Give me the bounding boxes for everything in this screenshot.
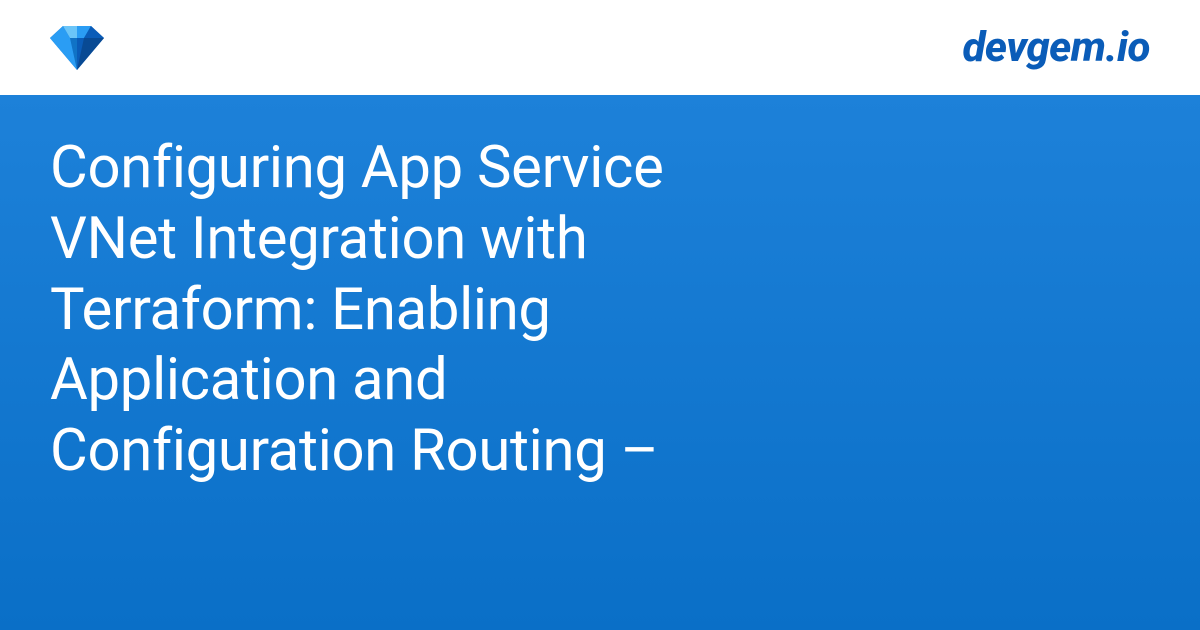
header: devgem.io xyxy=(0,0,1200,95)
hero-section: Configuring App Service VNet Integration… xyxy=(0,95,1200,630)
brand-text: devgem.io xyxy=(963,23,1151,72)
page-title: Configuring App Service VNet Integration… xyxy=(50,133,770,487)
gem-logo-icon xyxy=(50,26,104,70)
